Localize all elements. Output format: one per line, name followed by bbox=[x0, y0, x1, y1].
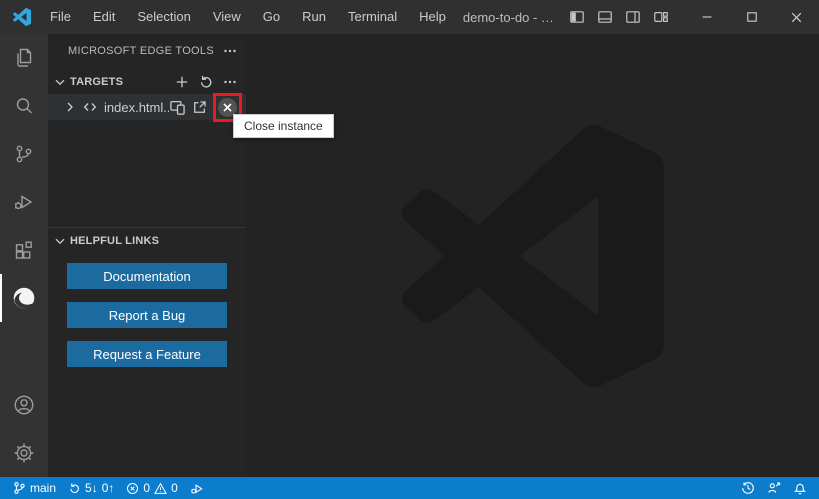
toggle-secondary-sidebar-icon[interactable] bbox=[624, 8, 642, 26]
request-feature-button[interactable]: Request a Feature bbox=[67, 341, 227, 367]
panel-title: MICROSOFT EDGE TOOLS bbox=[68, 45, 222, 57]
branch-status-item[interactable]: main bbox=[6, 477, 62, 499]
sync-incoming: 5↓ bbox=[85, 481, 98, 495]
window-controls bbox=[684, 0, 819, 34]
menu-view[interactable]: View bbox=[202, 0, 252, 34]
history-icon bbox=[741, 481, 755, 495]
target-row-index-html[interactable]: index.html... bbox=[48, 94, 246, 120]
device-emulation-icon[interactable] bbox=[169, 99, 186, 116]
warning-icon bbox=[154, 482, 167, 495]
chevron-down-icon bbox=[52, 74, 68, 90]
accounts-icon[interactable] bbox=[0, 381, 48, 429]
more-icon[interactable] bbox=[222, 74, 238, 90]
branch-icon bbox=[12, 481, 26, 495]
targets-label: TARGETS bbox=[70, 76, 174, 88]
source-control-icon[interactable] bbox=[0, 130, 48, 178]
feedback-icon bbox=[767, 481, 781, 495]
more-actions-icon[interactable] bbox=[222, 43, 238, 59]
vscode-window: File Edit Selection View Go Run Terminal… bbox=[0, 0, 819, 499]
code-icon bbox=[82, 99, 98, 115]
targets-section-header[interactable]: TARGETS bbox=[48, 70, 246, 94]
feedback-status-item[interactable] bbox=[761, 477, 787, 499]
window-title: demo-to-do - Visual Studio C... bbox=[457, 10, 568, 25]
toggle-panel-icon[interactable] bbox=[596, 8, 614, 26]
maximize-button[interactable] bbox=[729, 0, 774, 34]
debug-status-icon bbox=[190, 481, 205, 496]
menu-help[interactable]: Help bbox=[408, 0, 457, 34]
minimize-button[interactable] bbox=[684, 0, 729, 34]
close-instance-tooltip: Close instance bbox=[233, 114, 334, 138]
edge-tools-panel: MICROSOFT EDGE TOOLS TARGETS bbox=[48, 34, 246, 477]
close-window-button[interactable] bbox=[774, 0, 819, 34]
sync-outgoing: 0↑ bbox=[102, 481, 115, 495]
error-icon bbox=[126, 482, 139, 495]
menu-edit[interactable]: Edit bbox=[82, 0, 126, 34]
helpful-links-section: HELPFUL LINKS Documentation Report a Bug… bbox=[48, 227, 246, 380]
notifications-status-item[interactable] bbox=[787, 477, 813, 499]
menu-go[interactable]: Go bbox=[252, 0, 291, 34]
status-bar: main 5↓ 0↑ 0 0 bbox=[0, 477, 819, 499]
toggle-sidebar-icon[interactable] bbox=[568, 8, 586, 26]
debug-status-item[interactable] bbox=[184, 477, 211, 499]
branch-name: main bbox=[30, 481, 56, 495]
menu-run[interactable]: Run bbox=[291, 0, 337, 34]
title-bar: File Edit Selection View Go Run Terminal… bbox=[0, 0, 819, 34]
sync-icon bbox=[68, 482, 81, 495]
activity-bar bbox=[0, 34, 48, 477]
run-debug-icon[interactable] bbox=[0, 178, 48, 226]
helpful-links-label: HELPFUL LINKS bbox=[70, 235, 238, 247]
settings-gear-icon[interactable] bbox=[0, 429, 48, 477]
editor-area bbox=[246, 34, 819, 477]
vscode-watermark-icon bbox=[402, 125, 664, 387]
chevron-down-icon bbox=[52, 233, 68, 249]
target-label: index.html... bbox=[104, 100, 169, 115]
sync-status-item[interactable]: 5↓ 0↑ bbox=[62, 477, 120, 499]
documentation-button[interactable]: Documentation bbox=[67, 263, 227, 289]
report-bug-button[interactable]: Report a Bug bbox=[67, 302, 227, 328]
error-count: 0 bbox=[143, 481, 150, 495]
history-status-item[interactable] bbox=[735, 477, 761, 499]
problems-status-item[interactable]: 0 0 bbox=[120, 477, 183, 499]
open-browser-icon[interactable] bbox=[191, 99, 208, 116]
menu-file[interactable]: File bbox=[39, 0, 82, 34]
menu-terminal[interactable]: Terminal bbox=[337, 0, 408, 34]
bell-icon bbox=[793, 481, 807, 495]
add-target-icon[interactable] bbox=[174, 74, 190, 90]
edge-tools-icon[interactable] bbox=[0, 274, 48, 322]
menu-selection[interactable]: Selection bbox=[126, 0, 201, 34]
explorer-icon[interactable] bbox=[0, 34, 48, 82]
extensions-icon[interactable] bbox=[0, 226, 48, 274]
search-icon[interactable] bbox=[0, 82, 48, 130]
helpful-links-header[interactable]: HELPFUL LINKS bbox=[48, 229, 246, 253]
warning-count: 0 bbox=[171, 481, 178, 495]
vscode-logo-icon bbox=[13, 8, 31, 26]
customize-layout-icon[interactable] bbox=[652, 8, 670, 26]
menu-bar: File Edit Selection View Go Run Terminal… bbox=[39, 0, 457, 34]
refresh-icon[interactable] bbox=[198, 74, 214, 90]
chevron-right-icon[interactable] bbox=[62, 99, 78, 115]
